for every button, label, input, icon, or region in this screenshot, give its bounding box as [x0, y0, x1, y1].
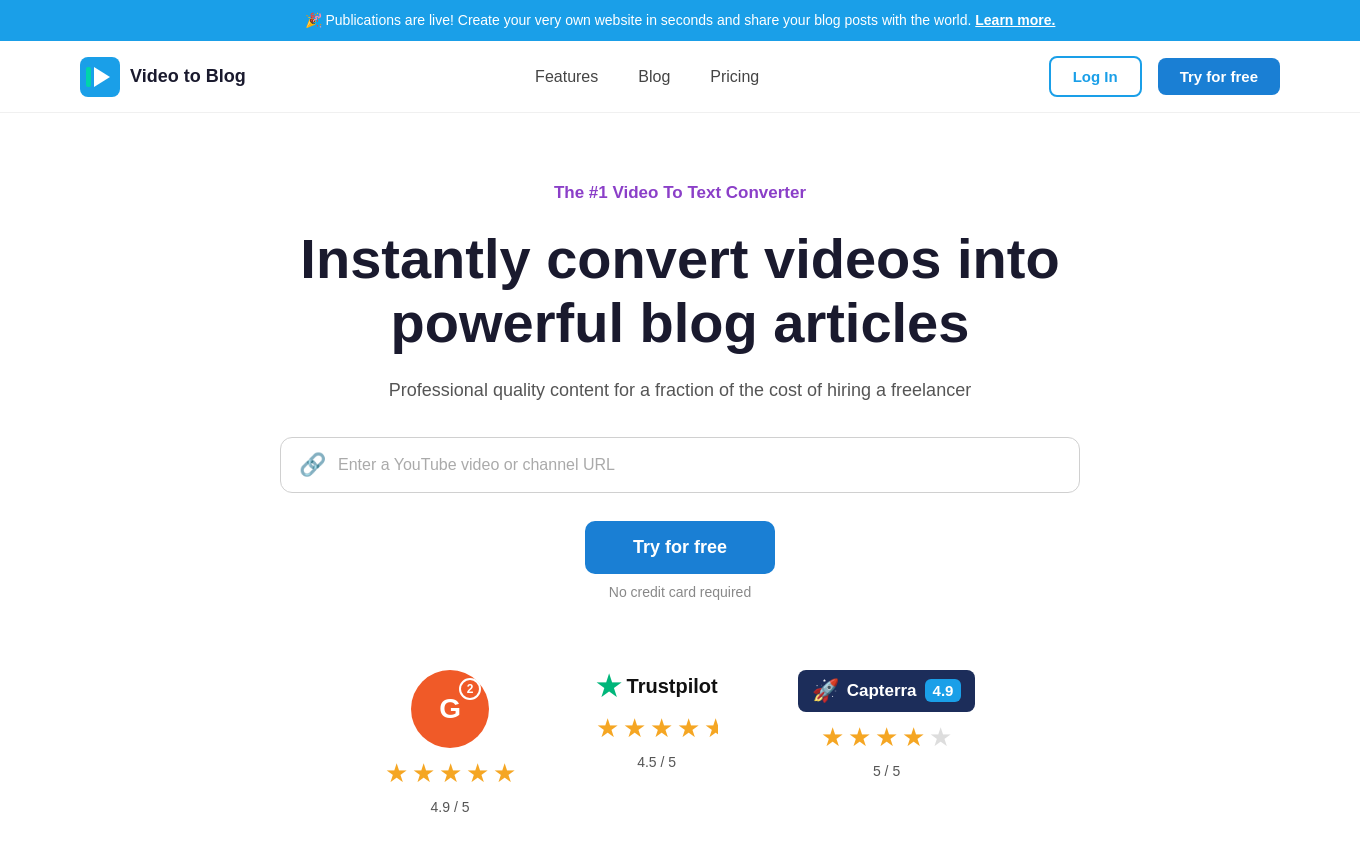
url-input[interactable] [338, 438, 1061, 492]
capterra-flag-icon: 🚀 [812, 678, 839, 704]
g2-stars: ★ ★ ★ ★ ★ [385, 758, 516, 789]
nav-pricing[interactable]: Pricing [710, 68, 759, 86]
ratings-section: G 2 ★ ★ ★ ★ ★ 4.9 / 5 ★ Trustpilot ★ ★ ★ [40, 660, 1320, 855]
g2-rating: G 2 ★ ★ ★ ★ ★ 4.9 / 5 [385, 670, 516, 815]
nav-features[interactable]: Features [535, 68, 598, 86]
trustpilot-badge: ★ Trustpilot [596, 670, 718, 703]
login-button[interactable]: Log In [1049, 56, 1142, 97]
trustpilot-score: 4.5 / 5 [637, 754, 676, 770]
logo-icon [80, 57, 120, 97]
hero-section: The #1 Video To Text Converter Instantly… [0, 113, 1360, 859]
g2-score: 4.9 / 5 [431, 799, 470, 815]
nav-blog[interactable]: Blog [638, 68, 670, 86]
capterra-stars: ★ ★ ★ ★ ★ [821, 722, 952, 753]
capterra-label: Capterra [847, 681, 917, 701]
hero-tag: The #1 Video To Text Converter [554, 183, 806, 203]
capterra-rating-score: 5 / 5 [873, 763, 900, 779]
banner-learn-more-link[interactable]: Learn more. [975, 12, 1055, 28]
svg-rect-2 [86, 67, 91, 87]
link-icon: 🔗 [299, 452, 326, 478]
capterra-badge: 🚀 Capterra 4.9 [798, 670, 976, 712]
nav-links: Features Blog Pricing [535, 68, 759, 86]
trustpilot-stars: ★ ★ ★ ★ ★ [596, 713, 718, 744]
try-for-free-nav-button[interactable]: Try for free [1158, 58, 1280, 95]
trustpilot-star-icon: ★ [596, 670, 621, 703]
navigation: Video to Blog Features Blog Pricing Log … [0, 41, 1360, 113]
url-input-container: 🔗 [280, 437, 1080, 493]
announcement-banner: 🎉 Publications are live! Create your ver… [0, 0, 1360, 41]
cta-section: Try for free No credit card required [585, 521, 775, 600]
g2-badge: G 2 [411, 670, 489, 748]
logo[interactable]: Video to Blog [80, 57, 246, 97]
trustpilot-label: Trustpilot [627, 675, 718, 698]
banner-text: 🎉 Publications are live! Create your ver… [305, 12, 972, 28]
try-for-free-hero-button[interactable]: Try for free [585, 521, 775, 574]
hero-title: Instantly convert videos into powerful b… [270, 227, 1090, 356]
g2-superscript: 2 [459, 678, 481, 700]
capterra-rating: 🚀 Capterra 4.9 ★ ★ ★ ★ ★ 5 / 5 [798, 670, 976, 779]
capterra-score-badge: 4.9 [925, 679, 962, 702]
trustpilot-rating: ★ Trustpilot ★ ★ ★ ★ ★ 4.5 / 5 [596, 670, 718, 770]
logo-text: Video to Blog [130, 66, 246, 87]
nav-actions: Log In Try for free [1049, 56, 1280, 97]
no-credit-card-text: No credit card required [609, 584, 751, 600]
hero-subtitle: Professional quality content for a fract… [389, 380, 971, 401]
